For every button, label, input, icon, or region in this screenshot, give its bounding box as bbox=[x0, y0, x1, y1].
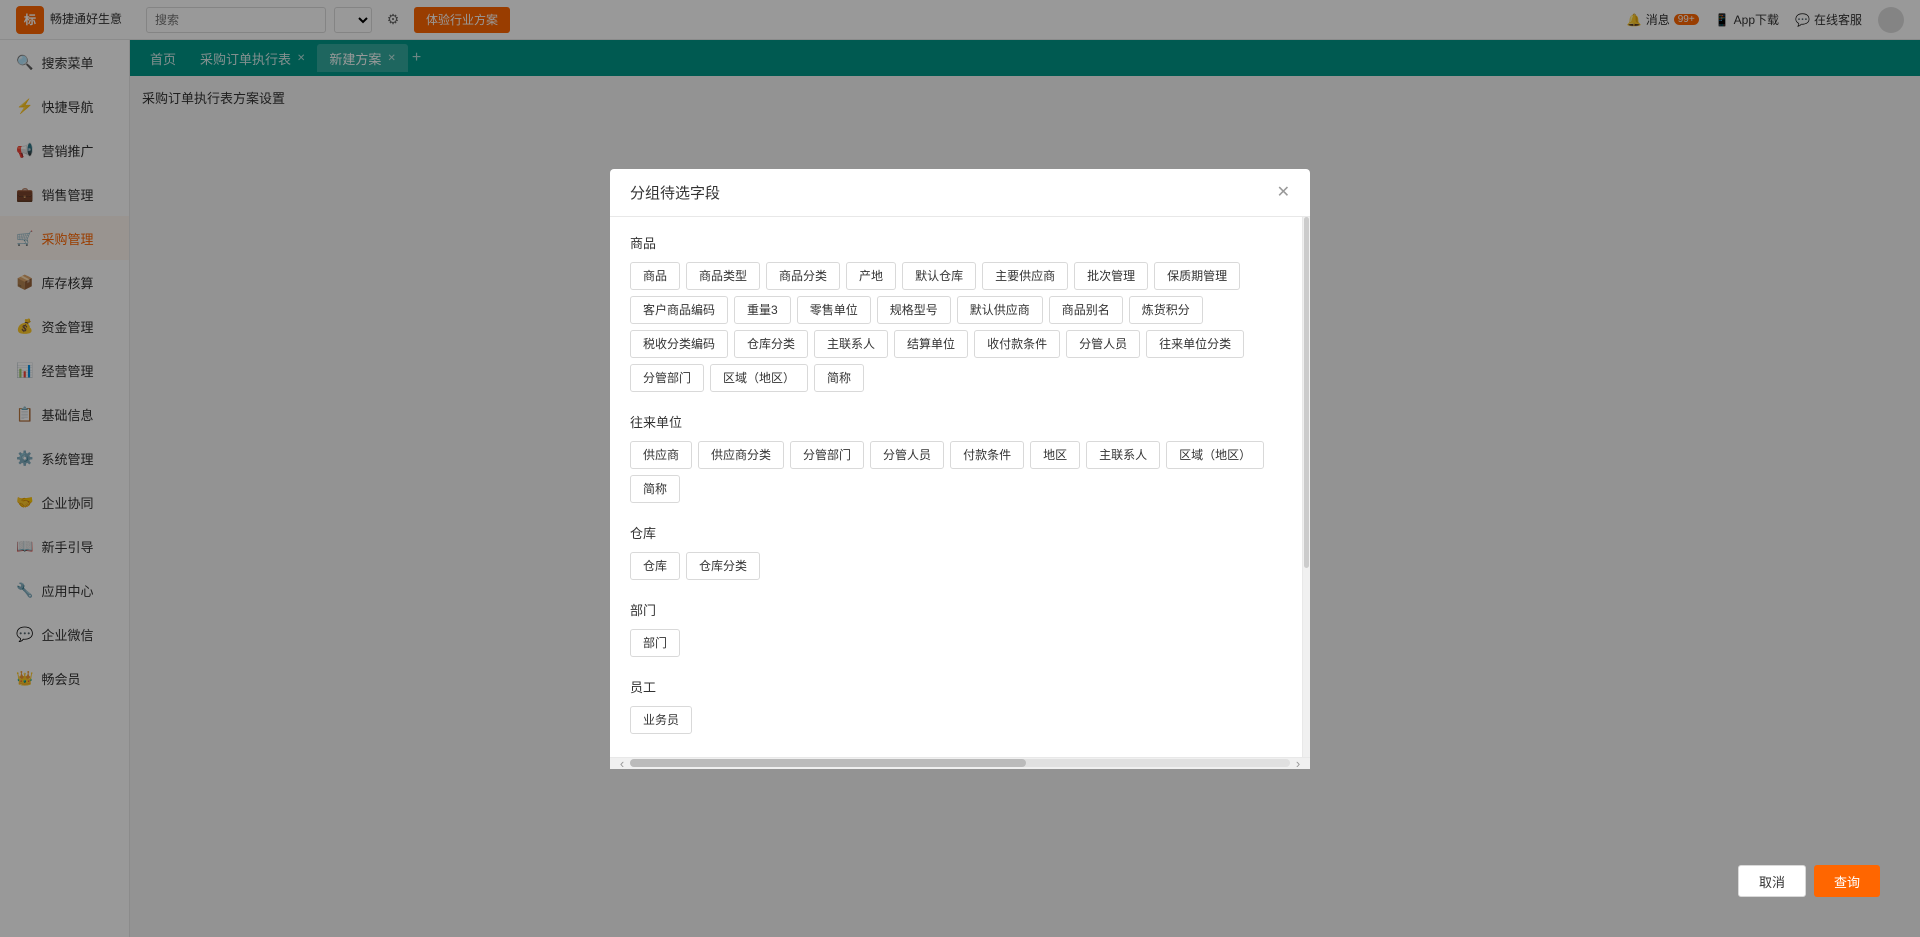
partner-section-title: 往来单位 bbox=[630, 412, 1282, 431]
modal-body[interactable]: 商品 商品 商品类型 商品分类 产地 默认仓库 主要供应商 批次管理 保质期管理… bbox=[610, 217, 1302, 757]
field-tag-salesperson[interactable]: 业务员 bbox=[630, 706, 692, 734]
employee-section: 员工 业务员 bbox=[630, 677, 1282, 734]
field-tag-partner-person[interactable]: 分管人员 bbox=[870, 441, 944, 469]
field-tag-settlement-unit[interactable]: 结算单位 bbox=[894, 330, 968, 358]
field-tag-retail-unit[interactable]: 零售单位 bbox=[797, 296, 871, 324]
field-tag-refine-points[interactable]: 炼货积分 bbox=[1129, 296, 1203, 324]
field-tag-area[interactable]: 地区 bbox=[1030, 441, 1080, 469]
field-tag-warehouse-cat[interactable]: 仓库分类 bbox=[686, 552, 760, 580]
warehouse-section: 仓库 仓库 仓库分类 bbox=[630, 523, 1282, 580]
warehouse-section-title: 仓库 bbox=[630, 523, 1282, 542]
confirm-button[interactable]: 查询 bbox=[1814, 865, 1880, 897]
department-field-tags: 部门 bbox=[630, 629, 1282, 657]
field-tag-main-contact-partner[interactable]: 主联系人 bbox=[1086, 441, 1160, 469]
department-section: 部门 部门 bbox=[630, 600, 1282, 657]
modal-footer: 取消 查询 bbox=[1738, 865, 1880, 897]
department-section-title: 部门 bbox=[630, 600, 1282, 619]
field-tag-manager[interactable]: 分管人员 bbox=[1066, 330, 1140, 358]
product-section-title: 商品 bbox=[630, 233, 1282, 252]
field-tag-payment-terms[interactable]: 收付款条件 bbox=[974, 330, 1060, 358]
field-tag-origin[interactable]: 产地 bbox=[846, 262, 896, 290]
scrollbar-track bbox=[630, 759, 1290, 767]
modal-scrollbar-right[interactable] bbox=[1302, 217, 1310, 757]
scroll-right-btn[interactable]: › bbox=[1290, 756, 1306, 771]
employee-field-tags: 业务员 bbox=[630, 706, 1282, 734]
field-tag-default-warehouse[interactable]: 默认仓库 bbox=[902, 262, 976, 290]
field-tag-product[interactable]: 商品 bbox=[630, 262, 680, 290]
product-field-tags: 商品 商品类型 商品分类 产地 默认仓库 主要供应商 批次管理 保质期管理 客户… bbox=[630, 262, 1282, 392]
field-tag-product-category[interactable]: 商品分类 bbox=[766, 262, 840, 290]
employee-section-title: 员工 bbox=[630, 677, 1282, 696]
field-tag-main-contact[interactable]: 主联系人 bbox=[814, 330, 888, 358]
warehouse-field-tags: 仓库 仓库分类 bbox=[630, 552, 1282, 580]
field-tag-batch-mgmt[interactable]: 批次管理 bbox=[1074, 262, 1148, 290]
field-tag-partner-dept[interactable]: 分管部门 bbox=[790, 441, 864, 469]
field-select-modal: 分组待选字段 ✕ 商品 商品 商品类型 商品分类 产地 默认仓库 主要供应商 批… bbox=[610, 169, 1310, 769]
field-tag-product-type[interactable]: 商品类型 bbox=[686, 262, 760, 290]
modal-close-button[interactable]: ✕ bbox=[1277, 182, 1290, 202]
partner-section: 往来单位 供应商 供应商分类 分管部门 分管人员 付款条件 地区 主联系人 区域… bbox=[630, 412, 1282, 503]
field-tag-warehouse-category[interactable]: 仓库分类 bbox=[734, 330, 808, 358]
modal-header: 分组待选字段 ✕ bbox=[610, 169, 1310, 217]
field-tag-product-alias[interactable]: 商品别名 bbox=[1049, 296, 1123, 324]
field-tag-partner-region[interactable]: 区域（地区） bbox=[1166, 441, 1264, 469]
partner-field-tags: 供应商 供应商分类 分管部门 分管人员 付款条件 地区 主联系人 区域（地区） … bbox=[630, 441, 1282, 503]
field-tag-supplier-category[interactable]: 供应商分类 bbox=[698, 441, 784, 469]
field-tag-expiry-mgmt[interactable]: 保质期管理 bbox=[1154, 262, 1240, 290]
field-tag-supplier[interactable]: 供应商 bbox=[630, 441, 692, 469]
scrollbar-thumb bbox=[630, 759, 1026, 767]
cancel-button[interactable]: 取消 bbox=[1738, 865, 1806, 897]
modal-scrollbar-bottom[interactable]: ‹ › bbox=[610, 757, 1310, 769]
field-tag-default-supplier[interactable]: 默认供应商 bbox=[957, 296, 1043, 324]
field-tag-managing-dept[interactable]: 分管部门 bbox=[630, 364, 704, 392]
field-tag-warehouse[interactable]: 仓库 bbox=[630, 552, 680, 580]
scroll-left-btn[interactable]: ‹ bbox=[614, 756, 630, 771]
field-tag-weight3[interactable]: 重量3 bbox=[734, 296, 791, 324]
field-tag-dept[interactable]: 部门 bbox=[630, 629, 680, 657]
field-tag-tax-code[interactable]: 税收分类编码 bbox=[630, 330, 728, 358]
field-tag-partner-short[interactable]: 简称 bbox=[630, 475, 680, 503]
scrollbar-thumb-right bbox=[1304, 217, 1309, 568]
field-tag-region[interactable]: 区域（地区） bbox=[710, 364, 808, 392]
product-section: 商品 商品 商品类型 商品分类 产地 默认仓库 主要供应商 批次管理 保质期管理… bbox=[630, 233, 1282, 392]
field-tag-customer-code[interactable]: 客户商品编码 bbox=[630, 296, 728, 324]
field-tag-main-supplier[interactable]: 主要供应商 bbox=[982, 262, 1068, 290]
field-tag-short-name[interactable]: 简称 bbox=[814, 364, 864, 392]
field-tag-payment-condition[interactable]: 付款条件 bbox=[950, 441, 1024, 469]
field-tag-spec-model[interactable]: 规格型号 bbox=[877, 296, 951, 324]
field-tag-partner-category[interactable]: 往来单位分类 bbox=[1146, 330, 1244, 358]
modal-title: 分组待选字段 bbox=[630, 182, 720, 203]
